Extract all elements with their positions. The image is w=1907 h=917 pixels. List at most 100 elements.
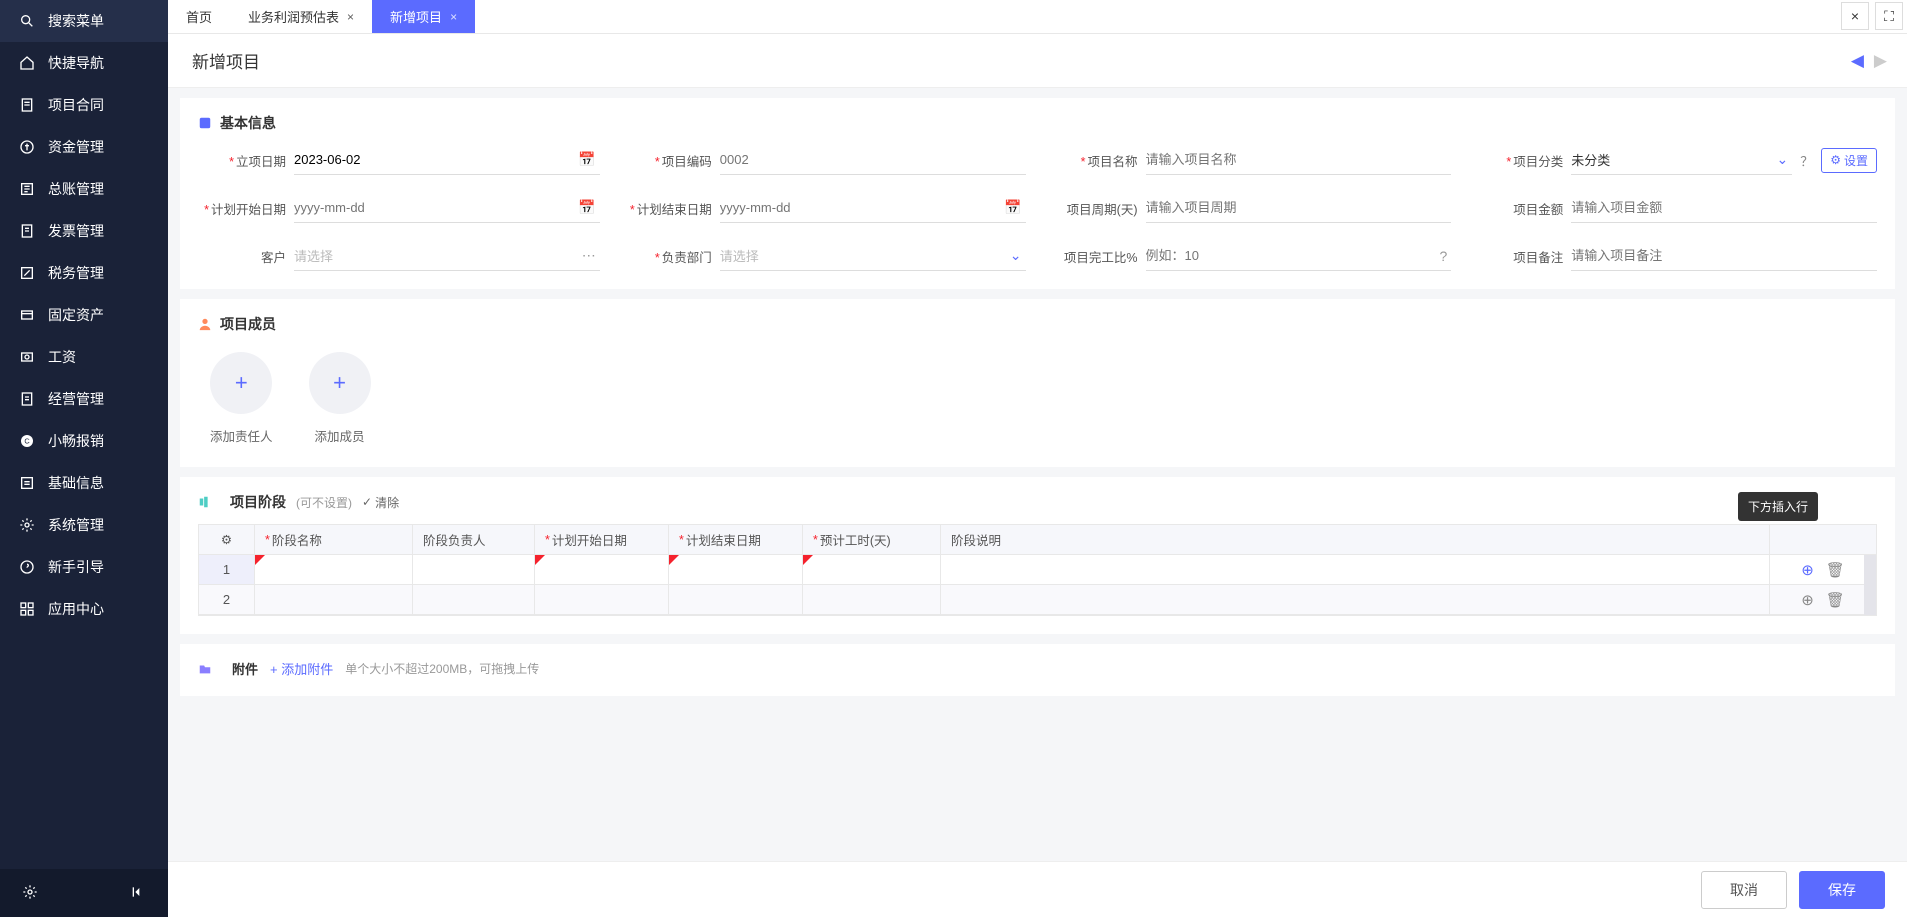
add-attachment-button[interactable]: + 添加附件 [270, 659, 333, 678]
close-icon[interactable]: × [450, 10, 457, 24]
field-label: 项目名称 [1087, 155, 1137, 169]
prev-arrow-icon[interactable]: ◀ [1851, 51, 1864, 71]
project-cycle-input[interactable] [1146, 193, 1452, 223]
complete-pct-input[interactable]: ? [1146, 241, 1452, 271]
sidebar-item-asset[interactable]: 固定资产 [0, 294, 168, 336]
phase-leader-cell[interactable] [413, 555, 535, 584]
sidebar-footer [0, 869, 168, 917]
phase-name-cell[interactable] [255, 555, 413, 584]
clear-button[interactable]: ✓清除 [362, 494, 399, 511]
plan-start-input[interactable]: 📅 [294, 193, 600, 223]
section-basic: 基本信息 *立项日期📅 *项目编码 *项目名称 *项目分类未分类⌄？⚙设置 *计… [180, 98, 1895, 289]
help-icon[interactable]: ？ [1800, 151, 1813, 170]
close-icon[interactable]: × [347, 10, 354, 24]
sidebar-item-label: 总账管理 [48, 179, 104, 199]
phase-end-cell[interactable] [669, 585, 803, 614]
sidebar-item-project-contract[interactable]: 项目合同 [0, 84, 168, 126]
delete-row-icon[interactable]: 🗑 [1826, 561, 1845, 579]
sidebar-item-label: 工资 [48, 347, 76, 367]
sidebar-item-ledger[interactable]: 总账管理 [0, 168, 168, 210]
table-row[interactable]: 1 ⊕ 🗑 [199, 555, 1876, 585]
calendar-icon[interactable]: 📅 [578, 199, 595, 216]
gear-column-header[interactable]: ⚙ [199, 525, 255, 554]
phase-leader-cell[interactable] [413, 585, 535, 614]
settings-icon[interactable] [22, 884, 38, 903]
section-title: 项目成员 [220, 314, 276, 334]
tab-home[interactable]: 首页 [168, 0, 230, 33]
sidebar-item-reimburse[interactable]: C小畅报销 [0, 420, 168, 462]
row-index: 1 [199, 555, 255, 584]
sidebar-item-quicknav[interactable]: 快捷导航 [0, 42, 168, 84]
table-row[interactable]: 2 ⊕ 🗑 [199, 585, 1876, 615]
phase-start-cell[interactable] [535, 555, 669, 584]
section-title: 基本信息 [220, 113, 276, 133]
more-icon[interactable]: ⋯ [582, 247, 596, 264]
help-icon[interactable]: ? [1439, 248, 1447, 264]
search-icon [18, 12, 36, 30]
column-header: 计划开始日期 [552, 530, 627, 549]
row-index: 2 [199, 585, 255, 614]
collapse-icon[interactable] [130, 884, 146, 903]
sidebar-item-invoice[interactable]: 发票管理 [0, 210, 168, 252]
sidebar-item-salary[interactable]: 工资 [0, 336, 168, 378]
next-arrow-icon[interactable]: ▶ [1874, 51, 1887, 71]
add-attachment-label: 添加附件 [281, 662, 333, 677]
sidebar-item-fund[interactable]: 资金管理 [0, 126, 168, 168]
customer-select[interactable]: 请选择⋯ [294, 241, 600, 271]
save-button[interactable]: 保存 [1799, 871, 1885, 909]
sidebar-item-biz[interactable]: 经营管理 [0, 378, 168, 420]
info-icon [18, 474, 36, 492]
insert-row-icon[interactable]: ⊕ [1801, 561, 1814, 579]
tab-label: 新增项目 [390, 7, 442, 26]
chevron-down-icon[interactable]: ⌄ [1010, 247, 1022, 264]
project-code-input[interactable] [720, 145, 1026, 175]
sidebar-item-guide[interactable]: 新手引导 [0, 546, 168, 588]
sidebar-item-tax[interactable]: 税务管理 [0, 252, 168, 294]
field-label: 项目完工比% [1064, 251, 1138, 265]
field-label: 客户 [261, 251, 286, 265]
creation-date-input[interactable]: 📅 [294, 145, 600, 175]
add-owner-button[interactable]: + [210, 352, 272, 414]
phase-table: 下方插入行 ⚙ *阶段名称 阶段负责人 *计划开始日期 *计划结束日期 *预计工… [198, 524, 1877, 616]
window-maximize-button[interactable]: ⛶ [1875, 2, 1903, 30]
sidebar-item-label: 经营管理 [48, 389, 104, 409]
plan-end-input[interactable]: 📅 [720, 193, 1026, 223]
scrollbar[interactable] [1864, 555, 1876, 615]
field-label: 立项日期 [236, 155, 286, 169]
sidebar-item-apps[interactable]: 应用中心 [0, 588, 168, 630]
chevron-down-icon[interactable]: ⌄ [1776, 151, 1788, 168]
phase-hours-cell[interactable] [803, 585, 941, 614]
window-close-button[interactable]: × [1841, 2, 1869, 30]
project-category-select[interactable]: 未分类⌄ [1571, 145, 1792, 175]
delete-row-icon[interactable]: 🗑 [1826, 591, 1845, 609]
phase-start-cell[interactable] [535, 585, 669, 614]
phase-end-cell[interactable] [669, 555, 803, 584]
sidebar-item-search[interactable]: 搜索菜单 [0, 0, 168, 42]
content-scroll[interactable]: 基本信息 *立项日期📅 *项目编码 *项目名称 *项目分类未分类⌄？⚙设置 *计… [168, 88, 1907, 861]
section-phase: 项目阶段 (可不设置) ✓清除 下方插入行 ⚙ *阶段名称 阶段负责人 *计划开… [180, 477, 1895, 634]
cancel-button[interactable]: 取消 [1701, 871, 1787, 909]
insert-row-icon[interactable]: ⊕ [1801, 591, 1814, 609]
settings-label: 设置 [1844, 152, 1868, 169]
phase-desc-cell[interactable] [941, 585, 1770, 614]
tab-profit-report[interactable]: 业务利润预估表× [230, 0, 372, 33]
project-amount-input[interactable] [1571, 193, 1877, 223]
phase-name-cell[interactable] [255, 585, 413, 614]
phase-hours-cell[interactable] [803, 555, 941, 584]
attachment-hint: 单个大小不超过200MB，可拖拽上传 [345, 660, 539, 677]
ledger-icon [18, 180, 36, 198]
owner-dept-select[interactable]: 请选择⌄ [720, 241, 1026, 271]
remark-input[interactable] [1571, 241, 1877, 271]
settings-button[interactable]: ⚙设置 [1821, 148, 1877, 173]
tab-new-project[interactable]: 新增项目 × [372, 0, 475, 33]
sidebar-item-info[interactable]: 基础信息 [0, 462, 168, 504]
add-member-button[interactable]: + [309, 352, 371, 414]
project-name-input[interactable] [1146, 145, 1452, 175]
calendar-icon[interactable]: 📅 [1004, 199, 1021, 216]
phase-desc-cell[interactable] [941, 555, 1770, 584]
calendar-icon[interactable]: 📅 [578, 151, 595, 168]
clear-label: 清除 [375, 494, 399, 511]
field-label: 项目备注 [1513, 251, 1563, 265]
home-icon [18, 54, 36, 72]
sidebar-item-system[interactable]: 系统管理 [0, 504, 168, 546]
